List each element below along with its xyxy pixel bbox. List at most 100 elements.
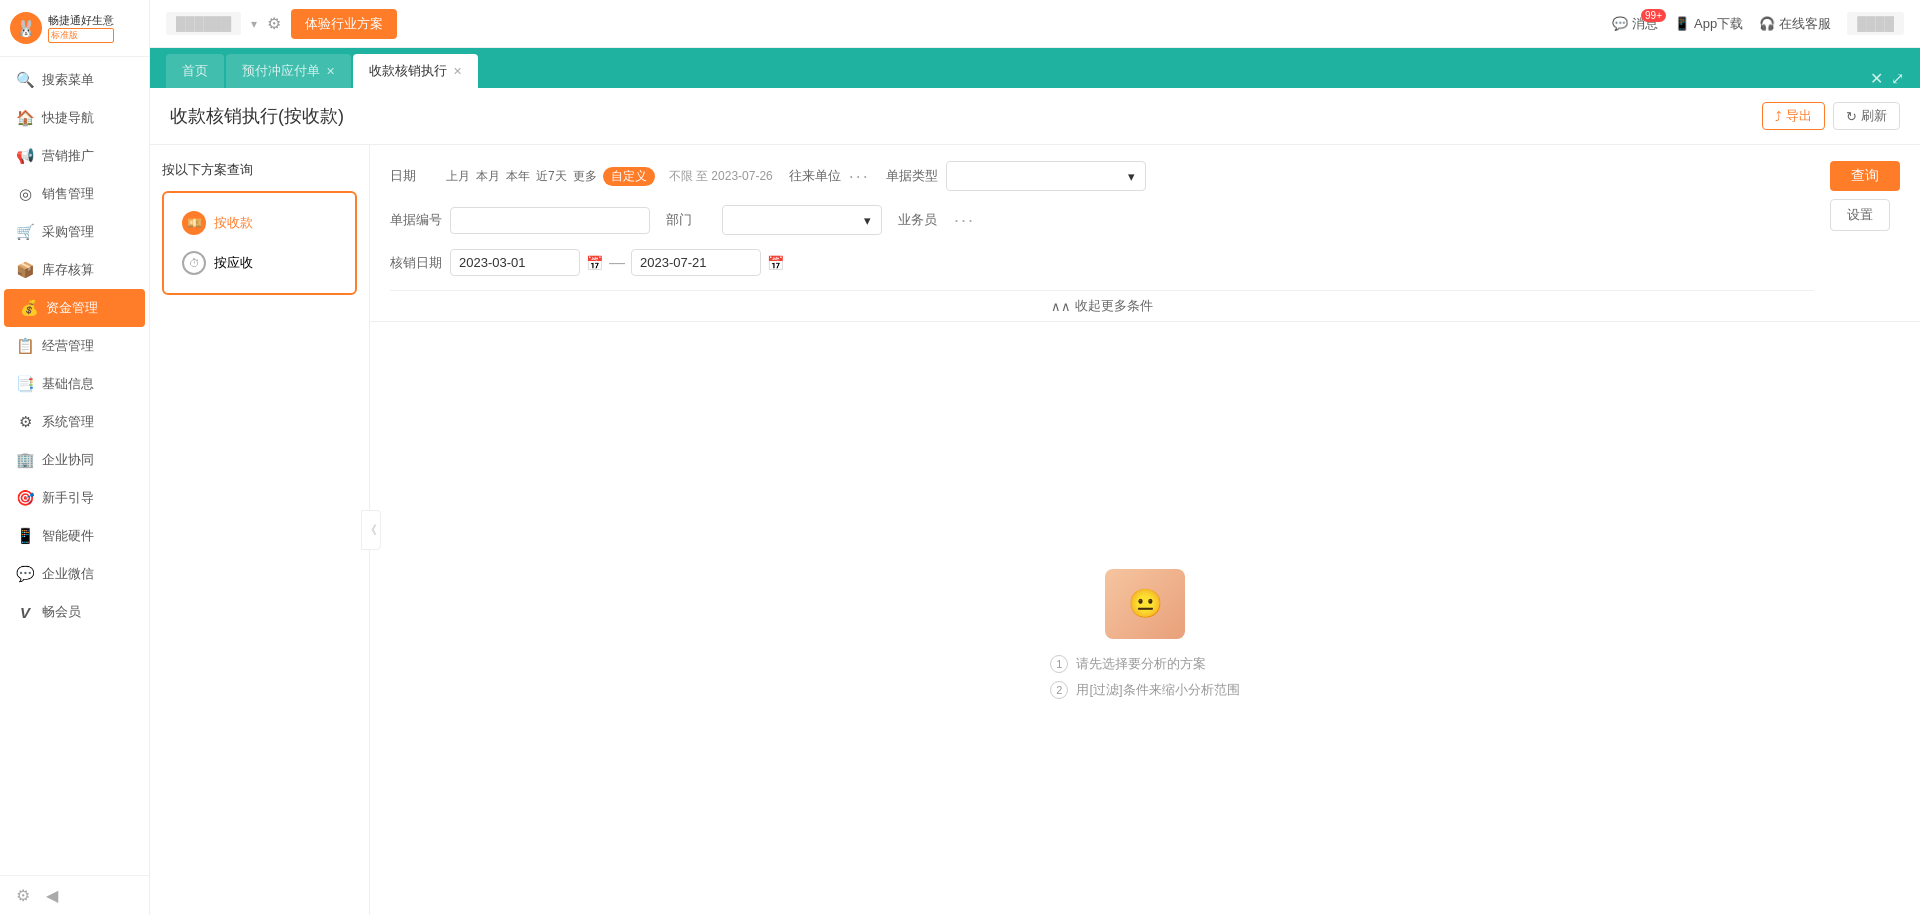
dept-select[interactable]: ▾ (722, 205, 882, 235)
sidebar-item-label: 系统管理 (42, 413, 94, 431)
verify-date-start-icon[interactable]: 📅 (586, 255, 603, 271)
query-label-receivable: 按应收 (214, 254, 253, 272)
tab-receipt-close[interactable]: ✕ (453, 65, 462, 78)
page-content: 收款核销执行(按收款) ⤴ 导出 ↻ 刷新 按以下方案查询 💴 (150, 88, 1920, 915)
date-shortcut-last-month[interactable]: 上月 (446, 168, 470, 185)
industry-btn[interactable]: 体验行业方案 (291, 9, 397, 39)
sidebar-item-label: 快捷导航 (42, 109, 94, 127)
sidebar-item-inventory[interactable]: 📦 库存核算 (0, 251, 149, 289)
search-area: 按以下方案查询 💴 按收款 ⏱ 按应收 《 (150, 145, 1920, 915)
filter-row-2: 单据编号 部门 ▾ (390, 205, 1814, 235)
date-shortcut-7days[interactable]: 近7天 (536, 168, 567, 185)
step-1-num: 1 (1050, 655, 1068, 673)
query-item-by-receipt[interactable]: 💴 按收款 (172, 203, 347, 243)
empty-icon: 😐 (1095, 539, 1195, 639)
empty-box-face: 😐 (1128, 587, 1163, 620)
sidebar-item-hardware[interactable]: 📱 智能硬件 (0, 517, 149, 555)
guide-icon: 🎯 (16, 489, 34, 507)
settings-bottom-icon[interactable]: ⚙ (16, 886, 30, 905)
sidebar-item-label: 搜索菜单 (42, 71, 94, 89)
sidebar-item-purchase[interactable]: 🛒 采购管理 (0, 213, 149, 251)
sidebar-item-sales[interactable]: ◎ 销售管理 (0, 175, 149, 213)
verify-date-start-input[interactable] (450, 249, 580, 276)
inventory-icon: 📦 (16, 261, 34, 279)
date-filter-group: 日期 上月 本月 本年 近7天 更多 自定义 (390, 167, 773, 186)
export-button[interactable]: ⤴ 导出 (1762, 102, 1825, 130)
tab-expand-icon[interactable]: ⤢ (1891, 69, 1904, 88)
logo-badge: 标准版 (48, 28, 114, 43)
date-shortcut-custom[interactable]: 自定义 (603, 167, 655, 186)
user-menu[interactable]: ████ (1847, 12, 1904, 35)
bill-type-dropdown-icon: ▾ (1128, 169, 1135, 184)
export-icon: ⤴ (1775, 109, 1782, 124)
sidebar-bottom: ⚙ ◀ (0, 875, 149, 915)
sales-icon: ◎ (16, 185, 34, 203)
refresh-icon: ↻ (1846, 109, 1857, 124)
tab-home[interactable]: 首页 (166, 54, 224, 88)
date-shortcut-this-year[interactable]: 本年 (506, 168, 530, 185)
app-download-btn[interactable]: 📱 App下载 (1674, 15, 1743, 33)
export-label: 导出 (1786, 107, 1812, 125)
sidebar-item-search[interactable]: 🔍 搜索菜单 (0, 61, 149, 99)
sidebar-item-member[interactable]: V 畅会员 (0, 593, 149, 631)
sidebar-item-basics[interactable]: 📑 基础信息 (0, 365, 149, 403)
staff-dots[interactable]: ··· (954, 210, 975, 231)
tab-close-icon[interactable]: ✕ (1870, 69, 1883, 88)
left-panel-title: 按以下方案查询 (162, 161, 357, 179)
empty-hint-2: 2 用[过滤]条件来缩小分析范围 (1050, 681, 1239, 699)
collapse-sidebar-icon[interactable]: ◀ (46, 886, 58, 905)
query-item-by-receivable[interactable]: ⏱ 按应收 (172, 243, 347, 283)
verify-date-end-input[interactable] (631, 249, 761, 276)
bill-no-input[interactable] (450, 207, 650, 234)
empty-text-group: 1 请先选择要分析的方案 2 用[过滤]条件来缩小分析范围 (1050, 655, 1239, 699)
sidebar-item-guide[interactable]: 🎯 新手引导 (0, 479, 149, 517)
left-panel-collapse-btn[interactable]: 《 (361, 510, 381, 550)
sidebar-logo: 🐰 畅捷通好生意 标准版 (0, 0, 149, 57)
tab-prepay[interactable]: 预付冲应付单 ✕ (226, 54, 351, 88)
sidebar-item-label: 基础信息 (42, 375, 94, 393)
verify-date-label: 核销日期 (390, 254, 442, 272)
wechat-icon: 💬 (16, 565, 34, 583)
sidebar-item-wechat[interactable]: 💬 企业微信 (0, 555, 149, 593)
date-shortcut-more[interactable]: 更多 (573, 168, 597, 185)
refresh-button[interactable]: ↻ 刷新 (1833, 102, 1900, 130)
sidebar-item-label: 智能硬件 (42, 527, 94, 545)
verify-date-end-icon[interactable]: 📅 (767, 255, 784, 271)
staff-filter-group: 业务员 ··· (898, 210, 975, 231)
settings-button[interactable]: 设置 (1830, 199, 1890, 231)
sidebar-item-quicknav[interactable]: 🏠 快捷导航 (0, 99, 149, 137)
partner-filter-group: 往来单位 ··· (789, 166, 870, 187)
bill-type-select[interactable]: ▾ (946, 161, 1146, 191)
bill-no-label: 单据编号 (390, 211, 442, 229)
sidebar-item-operations[interactable]: 📋 经营管理 (0, 327, 149, 365)
sidebar-item-marketing[interactable]: 📢 营销推广 (0, 137, 149, 175)
dropdown-icon[interactable]: ▾ (251, 17, 257, 31)
sidebar-nav: 🔍 搜索菜单 🏠 快捷导航 📢 营销推广 ◎ 销售管理 🛒 采购管理 📦 库存核… (0, 57, 149, 875)
bill-type-filter-group: 单据类型 ▾ (886, 161, 1146, 191)
empty-box: 😐 (1105, 569, 1185, 639)
right-area: 日期 上月 本月 本年 近7天 更多 自定义 (370, 145, 1920, 915)
query-button[interactable]: 查询 (1830, 161, 1900, 191)
verify-date-input-group: 📅 — 📅 (450, 249, 784, 276)
search-icon: 🔍 (16, 71, 34, 89)
purchase-icon: 🛒 (16, 223, 34, 241)
receivable-icon: ⏱ (182, 251, 206, 275)
staff-label: 业务员 (898, 211, 946, 229)
message-btn[interactable]: 💬 消息 99+ (1612, 15, 1658, 33)
logo-text: 畅捷通好生意 (48, 13, 114, 27)
collapse-more-btn[interactable]: ∧∧ 收起更多条件 (390, 290, 1814, 321)
sidebar-item-finance[interactable]: 💰 资金管理 (4, 289, 145, 327)
tab-prepay-close[interactable]: ✕ (326, 65, 335, 78)
date-shortcut-this-month[interactable]: 本月 (476, 168, 500, 185)
tab-receipt[interactable]: 收款核销执行 ✕ (353, 54, 478, 88)
topbar-right: 💬 消息 99+ 📱 App下载 🎧 在线客服 ████ (1612, 12, 1904, 35)
online-service-btn[interactable]: 🎧 在线客服 (1759, 15, 1831, 33)
sidebar-item-system[interactable]: ⚙ 系统管理 (0, 403, 149, 441)
bill-type-label: 单据类型 (886, 167, 938, 185)
partner-dots[interactable]: ··· (849, 166, 870, 187)
topbar-gear-icon[interactable]: ⚙ (267, 14, 281, 33)
system-icon: ⚙ (16, 413, 34, 431)
collapse-more-label: 收起更多条件 (1075, 297, 1153, 315)
collapse-up-icon: ∧∧ (1051, 299, 1071, 314)
sidebar-item-enterprise[interactable]: 🏢 企业协同 (0, 441, 149, 479)
